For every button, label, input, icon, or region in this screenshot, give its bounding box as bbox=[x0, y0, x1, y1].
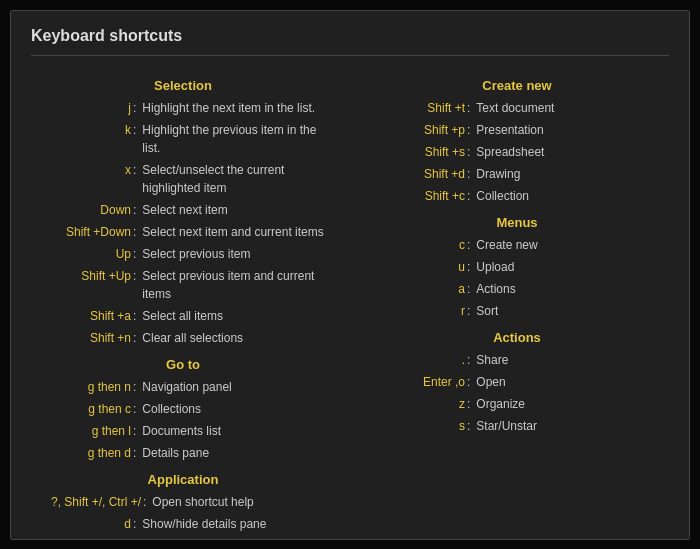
shortcut-down: Down : Select next item bbox=[31, 201, 335, 219]
keyboard-shortcuts-modal: Keyboard shortcuts Selection j : Highlig… bbox=[10, 10, 690, 540]
shortcut-shift-p: Shift +p : Presentation bbox=[365, 121, 669, 139]
shortcut-dot: . : Share bbox=[365, 351, 669, 369]
desc-g-c: Collections bbox=[142, 400, 201, 418]
desc-c: Create new bbox=[476, 236, 537, 254]
key-shift-n: Shift +n bbox=[31, 329, 131, 347]
desc-u: Upload bbox=[476, 258, 514, 276]
desc-shift-t: Text document bbox=[476, 99, 554, 117]
shortcut-z: z : Organize bbox=[365, 395, 669, 413]
desc-d: Show/hide details pane bbox=[142, 515, 266, 533]
shortcut-s: s : Star/Unstar bbox=[365, 417, 669, 435]
shortcut-c: c : Create new bbox=[365, 236, 669, 254]
desc-down: Select next item bbox=[142, 201, 227, 219]
key-a: a bbox=[365, 280, 465, 298]
desc-a: Actions bbox=[476, 280, 515, 298]
shortcut-j: j : Highlight the next item in the list. bbox=[31, 99, 335, 117]
key-z: z bbox=[365, 395, 465, 413]
section-title-goto: Go to bbox=[31, 357, 335, 372]
key-slash: / bbox=[31, 537, 131, 540]
desc-help: Open shortcut help bbox=[152, 493, 253, 511]
key-k: k bbox=[31, 121, 131, 139]
shortcut-help: ?, Shift +/, Ctrl +/ : Open shortcut hel… bbox=[31, 493, 335, 511]
desc-shift-a: Select all items bbox=[142, 307, 223, 325]
desc-shift-s: Spreadsheet bbox=[476, 143, 544, 161]
shortcut-d: d : Show/hide details pane bbox=[31, 515, 335, 533]
desc-r: Sort bbox=[476, 302, 498, 320]
desc-slash: Search bbox=[142, 537, 180, 540]
key-shift-down: Shift +Down bbox=[31, 223, 131, 241]
left-column: Selection j : Highlight the next item in… bbox=[31, 68, 335, 540]
shortcut-shift-d: Shift +d : Drawing bbox=[365, 165, 669, 183]
key-j: j bbox=[31, 99, 131, 117]
key-shift-up: Shift +Up bbox=[31, 267, 131, 285]
key-shift-t: Shift +t bbox=[365, 99, 465, 117]
key-c: c bbox=[365, 236, 465, 254]
desc-g-n: Navigation panel bbox=[142, 378, 231, 396]
key-shift-s: Shift +s bbox=[365, 143, 465, 161]
key-down: Down bbox=[31, 201, 131, 219]
desc-j: Highlight the next item in the list. bbox=[142, 99, 315, 117]
key-shift-d: Shift +d bbox=[365, 165, 465, 183]
section-title-create-new: Create new bbox=[365, 78, 669, 93]
key-g-d: g then d bbox=[31, 444, 131, 462]
shortcut-g-n: g then n : Navigation panel bbox=[31, 378, 335, 396]
desc-g-l: Documents list bbox=[142, 422, 221, 440]
desc-g-d: Details pane bbox=[142, 444, 209, 462]
section-title-application: Application bbox=[31, 472, 335, 487]
shortcut-shift-up: Shift +Up : Select previous item and cur… bbox=[31, 267, 335, 303]
key-shift-p: Shift +p bbox=[365, 121, 465, 139]
key-x: x bbox=[31, 161, 131, 179]
key-g-n: g then n bbox=[31, 378, 131, 396]
key-dot: . bbox=[365, 351, 465, 369]
key-shift-a: Shift +a bbox=[31, 307, 131, 325]
shortcut-enter-o: Enter ,o : Open bbox=[365, 373, 669, 391]
shortcut-r: r : Sort bbox=[365, 302, 669, 320]
key-enter-o: Enter ,o bbox=[365, 373, 465, 391]
shortcut-shift-c: Shift +c : Collection bbox=[365, 187, 669, 205]
key-s: s bbox=[365, 417, 465, 435]
desc-enter-o: Open bbox=[476, 373, 505, 391]
key-g-l: g then l bbox=[31, 422, 131, 440]
shortcut-shift-t: Shift +t : Text document bbox=[365, 99, 669, 117]
shortcut-slash: / : Search bbox=[31, 537, 335, 540]
shortcut-a: a : Actions bbox=[365, 280, 669, 298]
desc-shift-c: Collection bbox=[476, 187, 529, 205]
shortcut-shift-s: Shift +s : Spreadsheet bbox=[365, 143, 669, 161]
key-u: u bbox=[365, 258, 465, 276]
section-title-menus: Menus bbox=[365, 215, 669, 230]
shortcut-u: u : Upload bbox=[365, 258, 669, 276]
shortcut-shift-down: Shift +Down : Select next item and curre… bbox=[31, 223, 335, 241]
shortcut-k: k : Highlight the previous item in the l… bbox=[31, 121, 335, 157]
key-d: d bbox=[31, 515, 131, 533]
desc-up: Select previous item bbox=[142, 245, 250, 263]
shortcut-shift-n: Shift +n : Clear all selections bbox=[31, 329, 335, 347]
desc-k: Highlight the previous item in the list. bbox=[142, 121, 335, 157]
desc-x: Select/unselect the current highlighted … bbox=[142, 161, 335, 197]
desc-dot: Share bbox=[476, 351, 508, 369]
desc-s: Star/Unstar bbox=[476, 417, 537, 435]
desc-shift-down: Select next item and current items bbox=[142, 223, 323, 241]
shortcut-g-c: g then c : Collections bbox=[31, 400, 335, 418]
key-g-c: g then c bbox=[31, 400, 131, 418]
shortcut-g-d: g then d : Details pane bbox=[31, 444, 335, 462]
shortcut-shift-a: Shift +a : Select all items bbox=[31, 307, 335, 325]
key-up: Up bbox=[31, 245, 131, 263]
shortcut-g-l: g then l : Documents list bbox=[31, 422, 335, 440]
key-r: r bbox=[365, 302, 465, 320]
section-title-actions: Actions bbox=[365, 330, 669, 345]
key-help: ?, Shift +/, Ctrl +/ bbox=[31, 493, 141, 511]
shortcut-x: x : Select/unselect the current highligh… bbox=[31, 161, 335, 197]
section-title-selection: Selection bbox=[31, 78, 335, 93]
desc-shift-up: Select previous item and current items bbox=[142, 267, 335, 303]
desc-shift-p: Presentation bbox=[476, 121, 543, 139]
right-column: Create new Shift +t : Text document Shif… bbox=[365, 68, 669, 540]
desc-shift-n: Clear all selections bbox=[142, 329, 243, 347]
shortcut-up: Up : Select previous item bbox=[31, 245, 335, 263]
shortcuts-grid: Selection j : Highlight the next item in… bbox=[31, 68, 669, 540]
desc-shift-d: Drawing bbox=[476, 165, 520, 183]
modal-title: Keyboard shortcuts bbox=[31, 27, 669, 56]
modal-overlay: Keyboard shortcuts Selection j : Highlig… bbox=[0, 0, 700, 549]
desc-z: Organize bbox=[476, 395, 525, 413]
key-shift-c: Shift +c bbox=[365, 187, 465, 205]
